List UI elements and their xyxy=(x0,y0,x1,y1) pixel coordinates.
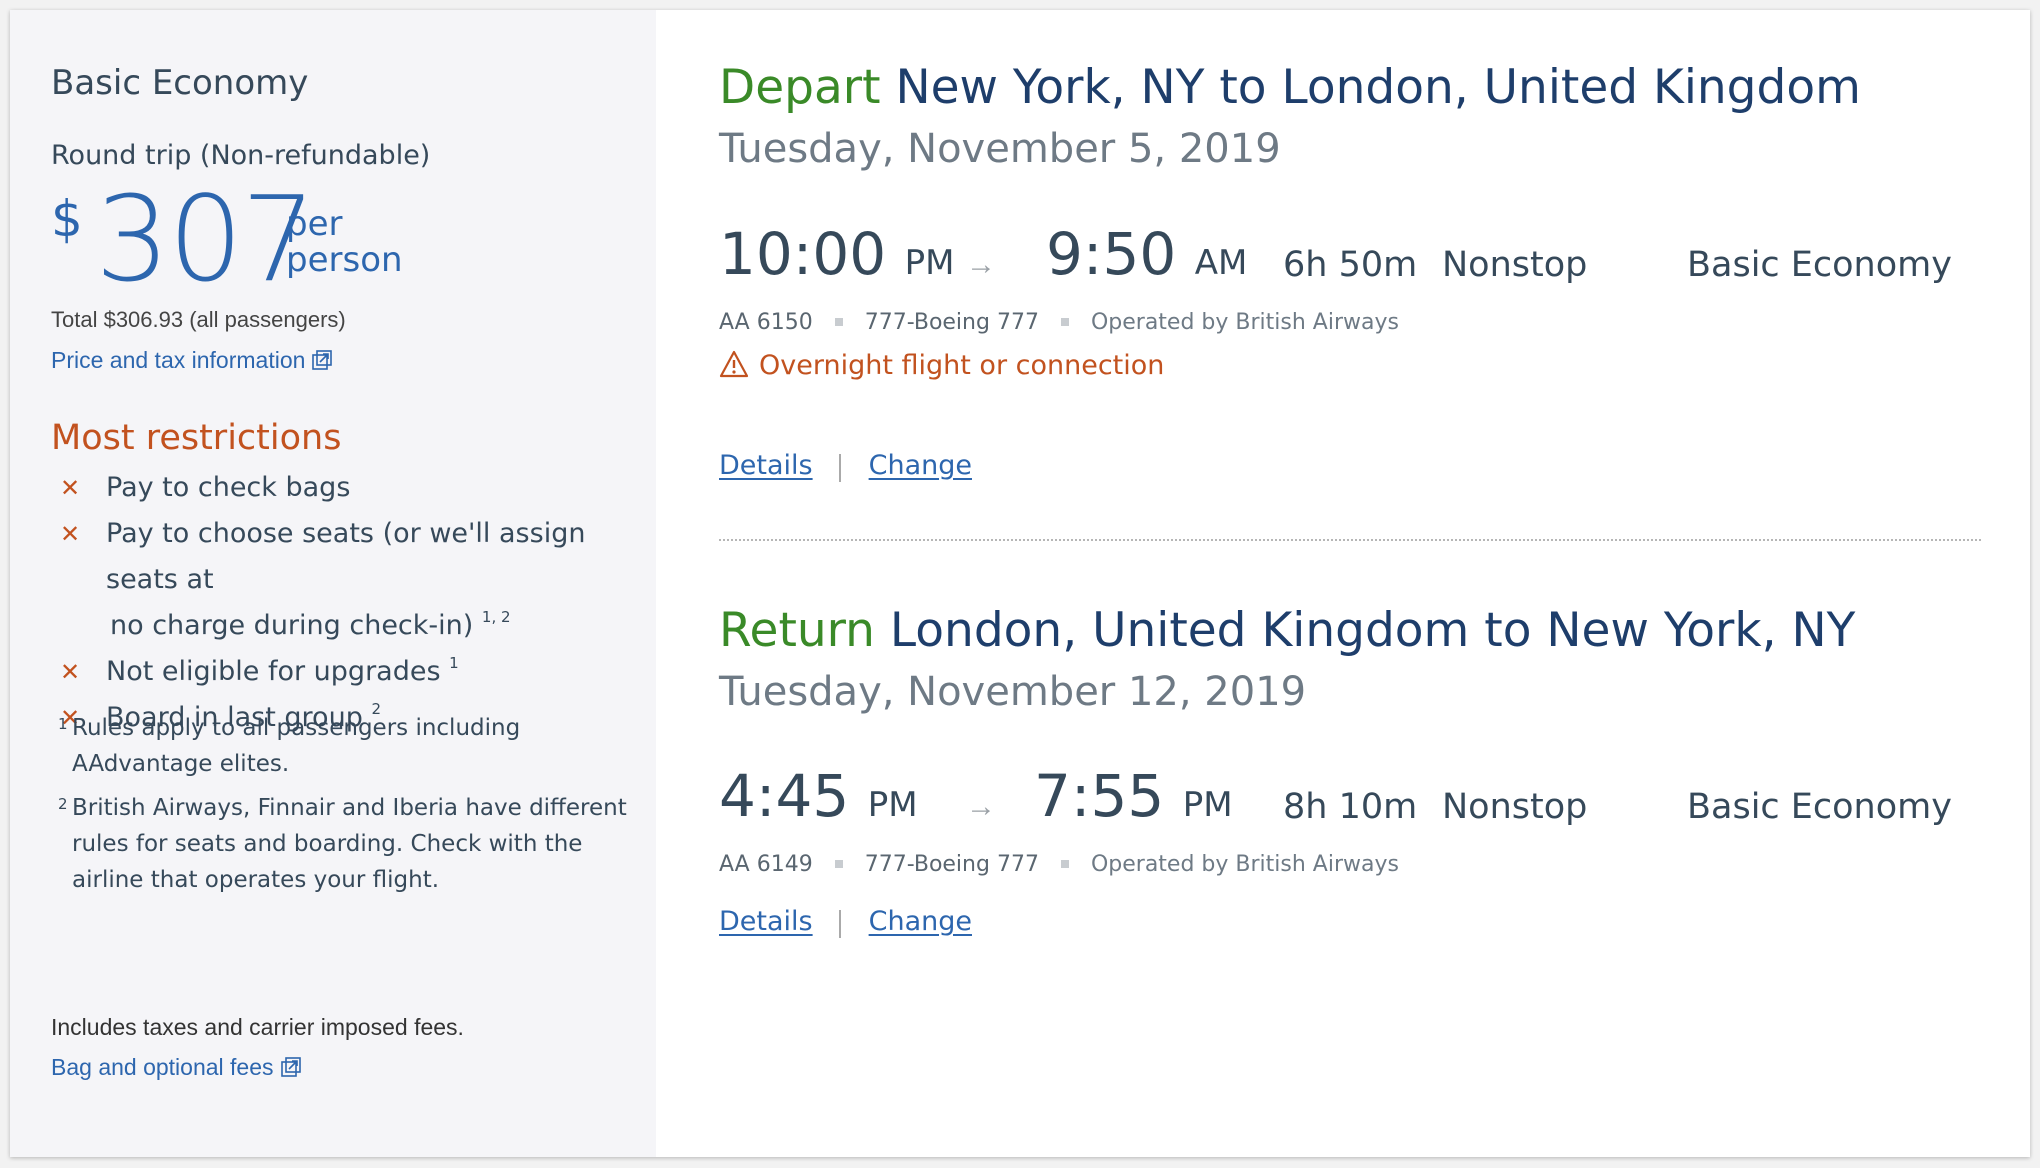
bag-optional-fees-link[interactable]: Bag and optional fees xyxy=(51,1054,302,1081)
flight-duration: 6h 50m xyxy=(1283,245,1418,285)
restrictions-list: ✕ Pay to check bags ✕ Pay to choose seat… xyxy=(60,465,650,741)
return-actions: Details Change xyxy=(719,906,972,938)
warning-triangle-icon xyxy=(719,350,749,378)
depart-heading: Depart New York, NY to London, United Ki… xyxy=(719,60,1861,115)
restriction-item: ✕ Pay to check bags xyxy=(60,465,650,511)
separator-square xyxy=(834,318,843,326)
footnote-ref: 1 xyxy=(449,654,459,672)
direction-label: Return xyxy=(719,603,875,658)
divider xyxy=(838,454,841,482)
price-per-person: $ 307 per person xyxy=(51,180,451,298)
ampm: AM xyxy=(1194,243,1248,283)
price-amount: 307 xyxy=(95,170,316,308)
ampm: PM xyxy=(867,785,918,825)
external-link-icon xyxy=(280,1057,301,1077)
return-heading: Return London, United Kingdom to New Yor… xyxy=(719,603,1855,658)
separator-square xyxy=(834,860,843,868)
restriction-text: Pay to check bags xyxy=(106,472,351,503)
depart-time: 4:45 PM xyxy=(719,762,918,830)
section-divider xyxy=(719,539,1981,541)
per-person-label: per person xyxy=(286,206,403,278)
operated-by: Operated by British Airways xyxy=(1090,310,1399,335)
cabin-class: Basic Economy xyxy=(1687,787,1952,827)
restriction-text: Pay to choose seats (or we'll assign sea… xyxy=(106,518,586,595)
depart-change-link[interactable]: Change xyxy=(869,450,972,481)
bag-fees-label: Bag and optional fees xyxy=(51,1054,274,1080)
ampm: PM xyxy=(1182,785,1233,825)
total-price: Total $306.93 (all passengers) xyxy=(51,307,346,332)
footnote-text: Rules apply to all passengers including … xyxy=(72,715,521,777)
stops: Nonstop xyxy=(1442,245,1588,285)
fare-name: Basic Economy xyxy=(51,63,309,103)
footnote: 2 British Airways, Finnair and Iberia ha… xyxy=(58,790,648,898)
route-label: New York, NY to London, United Kingdom xyxy=(895,60,1861,115)
ampm: PM xyxy=(904,243,955,283)
price-tax-info-label: Price and tax information xyxy=(51,347,306,373)
x-icon: ✕ xyxy=(60,474,81,502)
currency-symbol: $ xyxy=(51,190,83,248)
person-label: person xyxy=(286,240,403,280)
depart-date: Tuesday, November 5, 2019 xyxy=(719,126,1281,172)
depart-details-link[interactable]: Details xyxy=(719,450,813,481)
return-details-link[interactable]: Details xyxy=(719,906,813,937)
stops: Nonstop xyxy=(1442,787,1588,827)
x-icon: ✕ xyxy=(60,658,81,686)
warning-text: Overnight flight or connection xyxy=(759,350,1165,381)
footnote-ref: 1, 2 xyxy=(481,608,511,626)
footnote-number: 2 xyxy=(58,795,68,813)
footnote: 1 Rules apply to all passengers includin… xyxy=(58,710,648,782)
time-value: 9:50 xyxy=(1046,220,1177,288)
return-date: Tuesday, November 12, 2019 xyxy=(719,669,1307,715)
arrow-right-icon: → xyxy=(966,790,996,823)
time-value: 7:55 xyxy=(1034,762,1165,830)
footnote-text: British Airways, Finnair and Iberia have… xyxy=(72,795,627,893)
external-link-icon xyxy=(312,350,333,370)
per-label: per xyxy=(286,204,343,244)
footnote-number: 1 xyxy=(58,715,68,733)
trip-summary-card: Basic Economy Round trip (Non-refundable… xyxy=(10,10,2030,1157)
restrictions-title: Most restrictions xyxy=(51,418,342,458)
restriction-text: Not eligible for upgrades xyxy=(106,656,441,687)
separator-square xyxy=(1060,860,1069,868)
aircraft: 777-Boeing 777 xyxy=(864,310,1039,335)
time-value: 10:00 xyxy=(719,220,887,288)
includes-taxes-note: Includes taxes and carrier imposed fees. xyxy=(51,1014,464,1040)
restriction-text-cont: no charge during check-in) xyxy=(110,610,474,641)
flight-duration: 8h 10m xyxy=(1283,787,1418,827)
arrive-time: 9:50 AM xyxy=(1046,220,1247,288)
arrow-right-icon: → xyxy=(966,248,996,281)
trip-type: Round trip (Non-refundable) xyxy=(51,140,431,171)
direction-label: Depart xyxy=(719,60,881,115)
fare-summary-panel: Basic Economy Round trip (Non-refundable… xyxy=(10,10,656,1157)
footnotes: 1 Rules apply to all passengers includin… xyxy=(58,710,648,906)
separator-square xyxy=(1060,318,1069,326)
flight-meta: AA 6150 777-Boeing 777 Operated by British… xyxy=(719,310,1399,335)
flight-number: AA 6149 xyxy=(719,852,813,877)
cabin-class: Basic Economy xyxy=(1687,245,1952,285)
return-change-link[interactable]: Change xyxy=(869,906,972,937)
divider xyxy=(838,910,841,938)
depart-actions: Details Change xyxy=(719,450,972,482)
flight-meta: AA 6149 777-Boeing 777 Operated by British… xyxy=(719,852,1399,877)
time-value: 4:45 xyxy=(719,762,850,830)
route-label: London, United Kingdom to New York, NY xyxy=(889,603,1856,658)
aircraft: 777-Boeing 777 xyxy=(864,852,1039,877)
flight-number: AA 6150 xyxy=(719,310,813,335)
restriction-item: ✕ Pay to choose seats (or we'll assign s… xyxy=(60,511,650,649)
restriction-item: ✕ Not eligible for upgrades 1 xyxy=(60,649,650,695)
overnight-warning: Overnight flight or connection xyxy=(719,350,1164,381)
arrive-time: 7:55 PM xyxy=(1034,762,1233,830)
depart-time: 10:00 PM xyxy=(719,220,954,288)
price-tax-info-link[interactable]: Price and tax information xyxy=(51,347,333,374)
x-icon: ✕ xyxy=(60,520,81,548)
operated-by: Operated by British Airways xyxy=(1090,852,1399,877)
